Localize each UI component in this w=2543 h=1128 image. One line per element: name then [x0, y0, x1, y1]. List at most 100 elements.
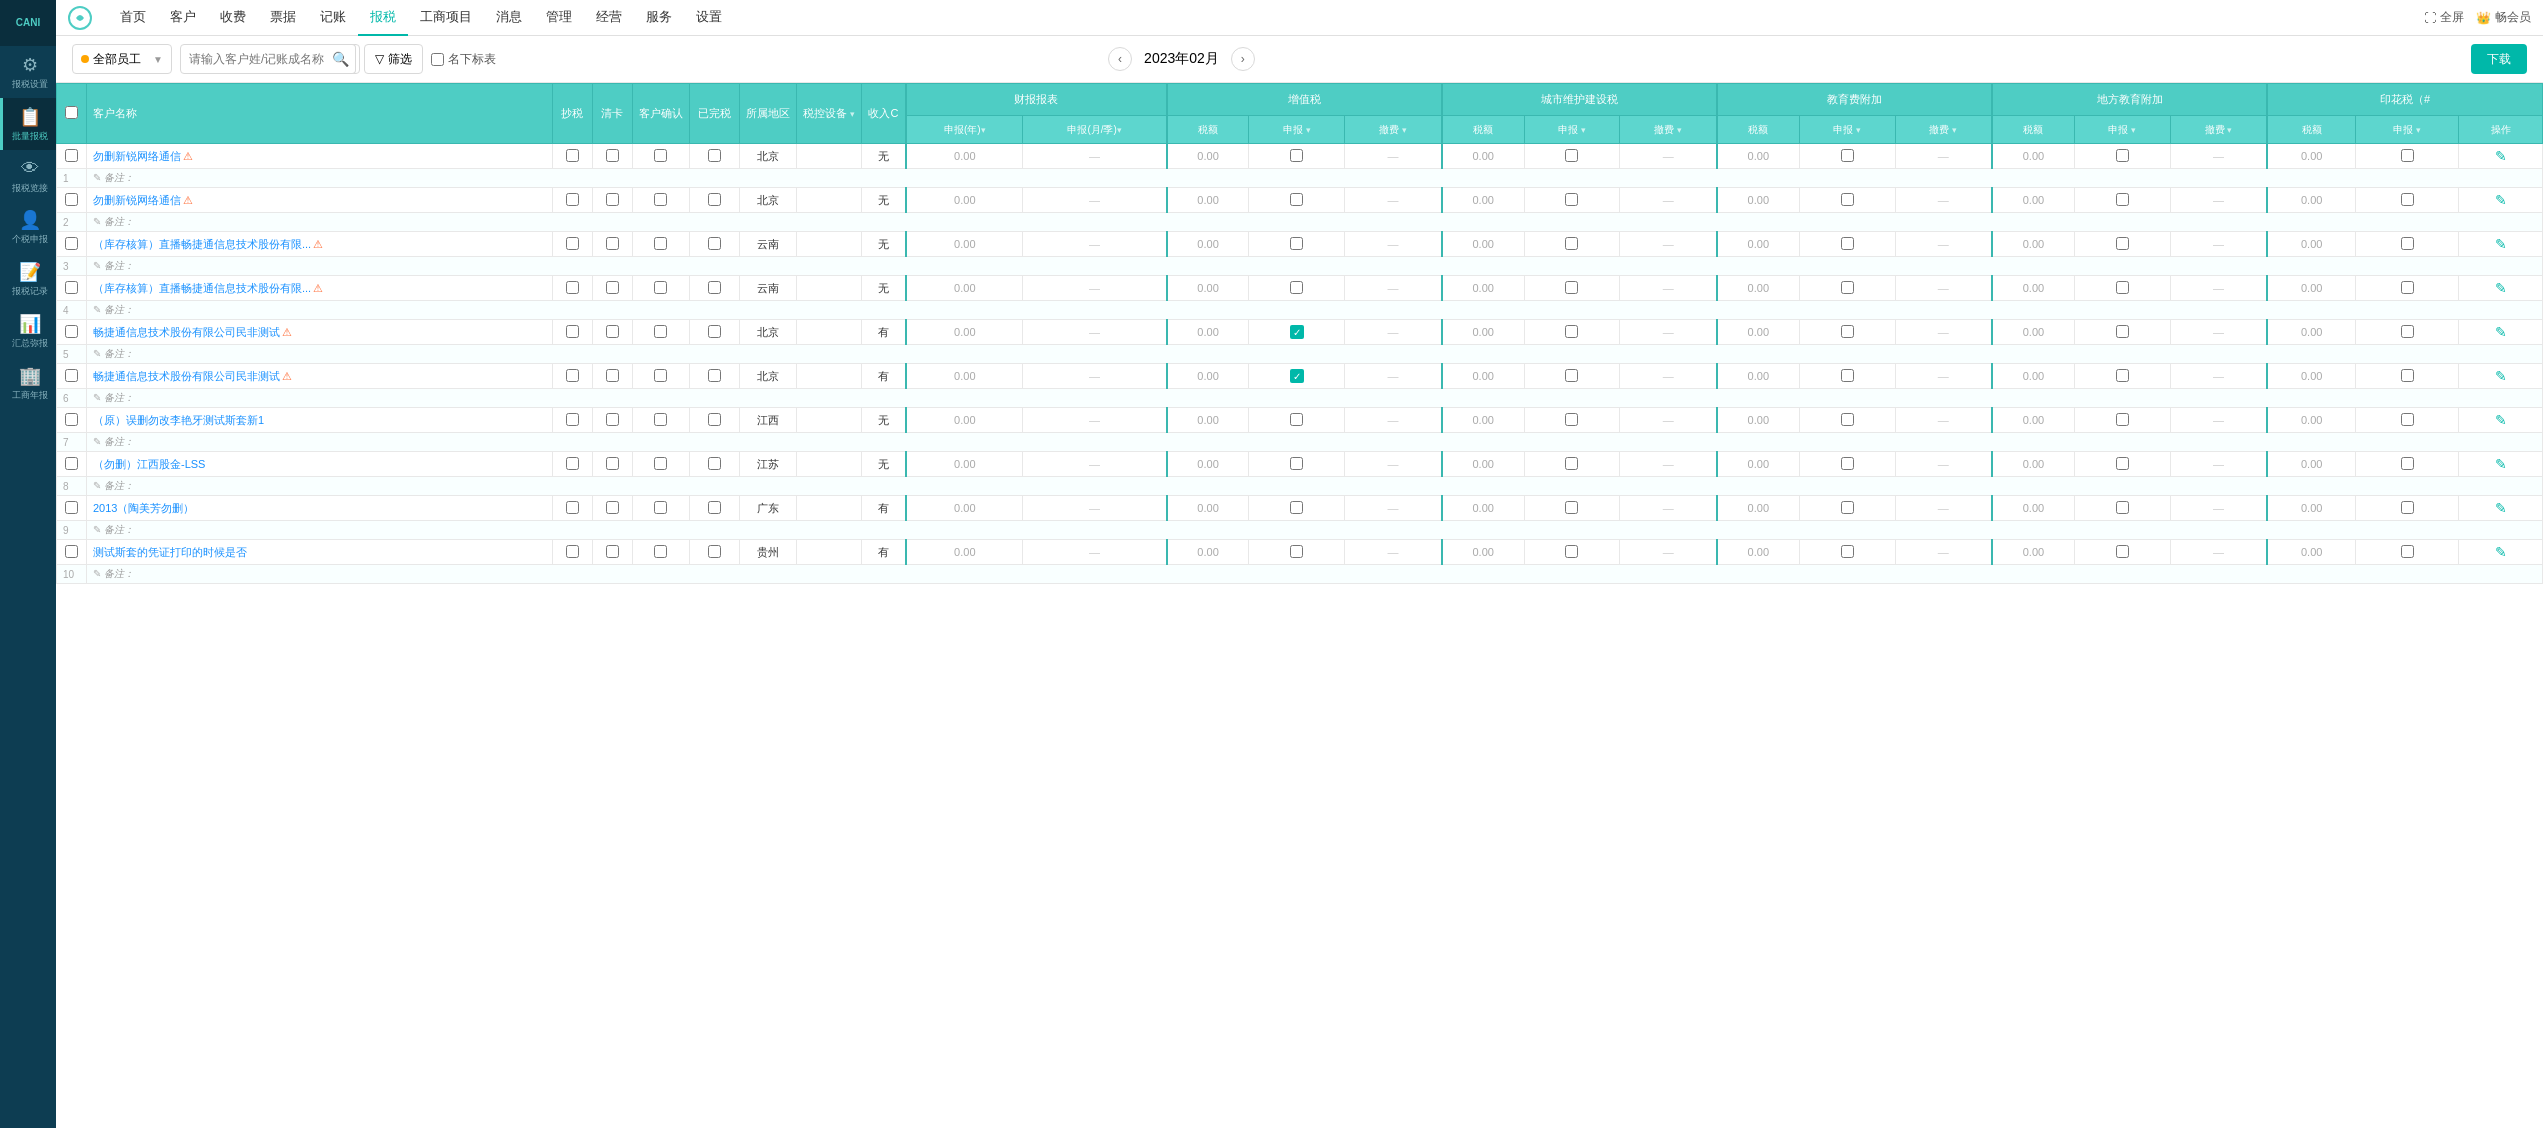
yiwanshui-checkbox[interactable]	[708, 325, 721, 338]
jy-shenbao-checkbox[interactable]	[1841, 149, 1854, 162]
qingka-checkbox[interactable]	[606, 237, 619, 250]
yiwanshui-checkbox[interactable]	[708, 193, 721, 206]
qingka-cell[interactable]	[592, 188, 632, 213]
qingka-cell[interactable]	[592, 496, 632, 521]
row-checkbox-cell[interactable]	[57, 188, 87, 213]
df-shenbao-checkbox[interactable]	[2116, 193, 2129, 206]
jy-shenbao-checkbox[interactable]	[1841, 325, 1854, 338]
ys-shenbao-checkbox[interactable]	[2401, 237, 2414, 250]
pencil-icon[interactable]: ✎	[93, 568, 101, 579]
city-shenbao-cell[interactable]	[1524, 408, 1620, 433]
yiwanshui-checkbox[interactable]	[708, 149, 721, 162]
jy-shenbao-checkbox[interactable]	[1841, 413, 1854, 426]
jy-shenbao-cell[interactable]	[1799, 408, 1895, 433]
row-checkbox[interactable]	[65, 237, 78, 250]
sidebar-item-gongshe-nian[interactable]: 🏢 工商年报	[0, 357, 56, 409]
jy-shenbao-cell[interactable]	[1799, 540, 1895, 565]
yiwanshui-cell[interactable]	[689, 496, 739, 521]
qingka-cell[interactable]	[592, 540, 632, 565]
jy-shenbao-cell[interactable]	[1799, 276, 1895, 301]
qingka-checkbox[interactable]	[606, 369, 619, 382]
nav-home[interactable]: 首页	[108, 0, 158, 36]
chaoshui-checkbox[interactable]	[566, 457, 579, 470]
remark-content-cell[interactable]: ✎备注：	[87, 301, 2543, 320]
ys-caozuo-cell[interactable]: ✎	[2459, 364, 2543, 389]
queren-checkbox[interactable]	[654, 237, 667, 250]
yiwanshui-checkbox[interactable]	[708, 545, 721, 558]
customer-name-link[interactable]: 勿删新锐网络通信	[93, 150, 181, 162]
ys-shenbao-cell[interactable]	[2356, 540, 2459, 565]
remark-content-cell[interactable]: ✎备注：	[87, 521, 2543, 540]
city-shenbao-checkbox[interactable]	[1565, 457, 1578, 470]
qingka-checkbox[interactable]	[606, 193, 619, 206]
queren-checkbox[interactable]	[654, 325, 667, 338]
yiwanshui-checkbox[interactable]	[708, 281, 721, 294]
ys-caozuo-cell[interactable]: ✎	[2459, 144, 2543, 169]
ys-shenbao-cell[interactable]	[2356, 188, 2459, 213]
yiwanshui-checkbox[interactable]	[708, 457, 721, 470]
df-shenbao-checkbox[interactable]	[2116, 457, 2129, 470]
member-btn[interactable]: 👑 畅会员	[2476, 9, 2531, 26]
ys-caozuo-cell[interactable]: ✎	[2459, 496, 2543, 521]
chaoshui-checkbox[interactable]	[566, 369, 579, 382]
row-checkbox[interactable]	[65, 325, 78, 338]
edit-icon[interactable]: ✎	[2495, 412, 2507, 428]
yiwanshui-cell[interactable]	[689, 540, 739, 565]
chaoshui-checkbox[interactable]	[566, 193, 579, 206]
ys-shenbao-cell[interactable]	[2356, 408, 2459, 433]
qingka-cell[interactable]	[592, 232, 632, 257]
customer-name-link[interactable]: 2013（陶美芳勿删）	[93, 502, 194, 514]
yiwanshui-cell[interactable]	[689, 144, 739, 169]
zz-shenbao-checkbox[interactable]	[1290, 193, 1303, 206]
edit-icon[interactable]: ✎	[2495, 544, 2507, 560]
chaoshui-checkbox[interactable]	[566, 413, 579, 426]
queren-checkbox[interactable]	[654, 457, 667, 470]
customer-name-link[interactable]: （库存核算）直播畅捷通信息技术股份有限...	[93, 282, 311, 294]
df-shenbao-cell[interactable]	[2074, 496, 2170, 521]
ys-caozuo-cell[interactable]: ✎	[2459, 408, 2543, 433]
queren-checkbox[interactable]	[654, 369, 667, 382]
zz-shenbao-cell[interactable]	[1249, 496, 1345, 521]
qingka-cell[interactable]	[592, 364, 632, 389]
remark-content-cell[interactable]: ✎备注：	[87, 433, 2543, 452]
zz-shenbao-cell[interactable]	[1249, 144, 1345, 169]
city-shenbao-cell[interactable]	[1524, 364, 1620, 389]
sidebar-item-huizong[interactable]: 📊 汇总弥报	[0, 305, 56, 357]
zz-shenbao-checkbox[interactable]	[1290, 281, 1303, 294]
df-shenbao-cell[interactable]	[2074, 144, 2170, 169]
customer-name-link[interactable]: 畅捷通信息技术股份有限公司民非测试	[93, 370, 280, 382]
chaoshui-cell[interactable]	[552, 188, 592, 213]
row-checkbox[interactable]	[65, 281, 78, 294]
row-checkbox-cell[interactable]	[57, 144, 87, 169]
queren-cell[interactable]	[632, 188, 689, 213]
sidebar-item-baoshui-jilu[interactable]: 📝 报税记录	[0, 253, 56, 305]
ys-shenbao-checkbox[interactable]	[2401, 457, 2414, 470]
nav-fuwu[interactable]: 服务	[634, 0, 684, 36]
df-shenbao-checkbox[interactable]	[2116, 369, 2129, 382]
download-button[interactable]: 下载	[2471, 44, 2527, 74]
row-checkbox-cell[interactable]	[57, 496, 87, 521]
city-shenbao-cell[interactable]	[1524, 144, 1620, 169]
row-checkbox[interactable]	[65, 545, 78, 558]
df-shenbao-cell[interactable]	[2074, 364, 2170, 389]
customer-name-link[interactable]: 测试斯套的凭证打印的时候是否	[93, 546, 247, 558]
qingka-cell[interactable]	[592, 408, 632, 433]
df-shenbao-cell[interactable]	[2074, 452, 2170, 477]
edit-icon[interactable]: ✎	[2495, 324, 2507, 340]
chaoshui-cell[interactable]	[552, 452, 592, 477]
zz-shenbao-checkbox[interactable]	[1290, 149, 1303, 162]
qingka-checkbox[interactable]	[606, 149, 619, 162]
ys-shenbao-cell[interactable]	[2356, 320, 2459, 345]
ys-shenbao-cell[interactable]	[2356, 232, 2459, 257]
row-checkbox[interactable]	[65, 193, 78, 206]
pencil-icon[interactable]: ✎	[93, 524, 101, 535]
city-shenbao-checkbox[interactable]	[1565, 149, 1578, 162]
yiwanshui-checkbox[interactable]	[708, 369, 721, 382]
ys-caozuo-cell[interactable]: ✎	[2459, 276, 2543, 301]
remark-content-cell[interactable]: ✎备注：	[87, 345, 2543, 364]
row-checkbox[interactable]	[65, 369, 78, 382]
queren-cell[interactable]	[632, 496, 689, 521]
jy-shenbao-checkbox[interactable]	[1841, 281, 1854, 294]
df-shenbao-checkbox[interactable]	[2116, 237, 2129, 250]
pencil-icon[interactable]: ✎	[93, 172, 101, 183]
